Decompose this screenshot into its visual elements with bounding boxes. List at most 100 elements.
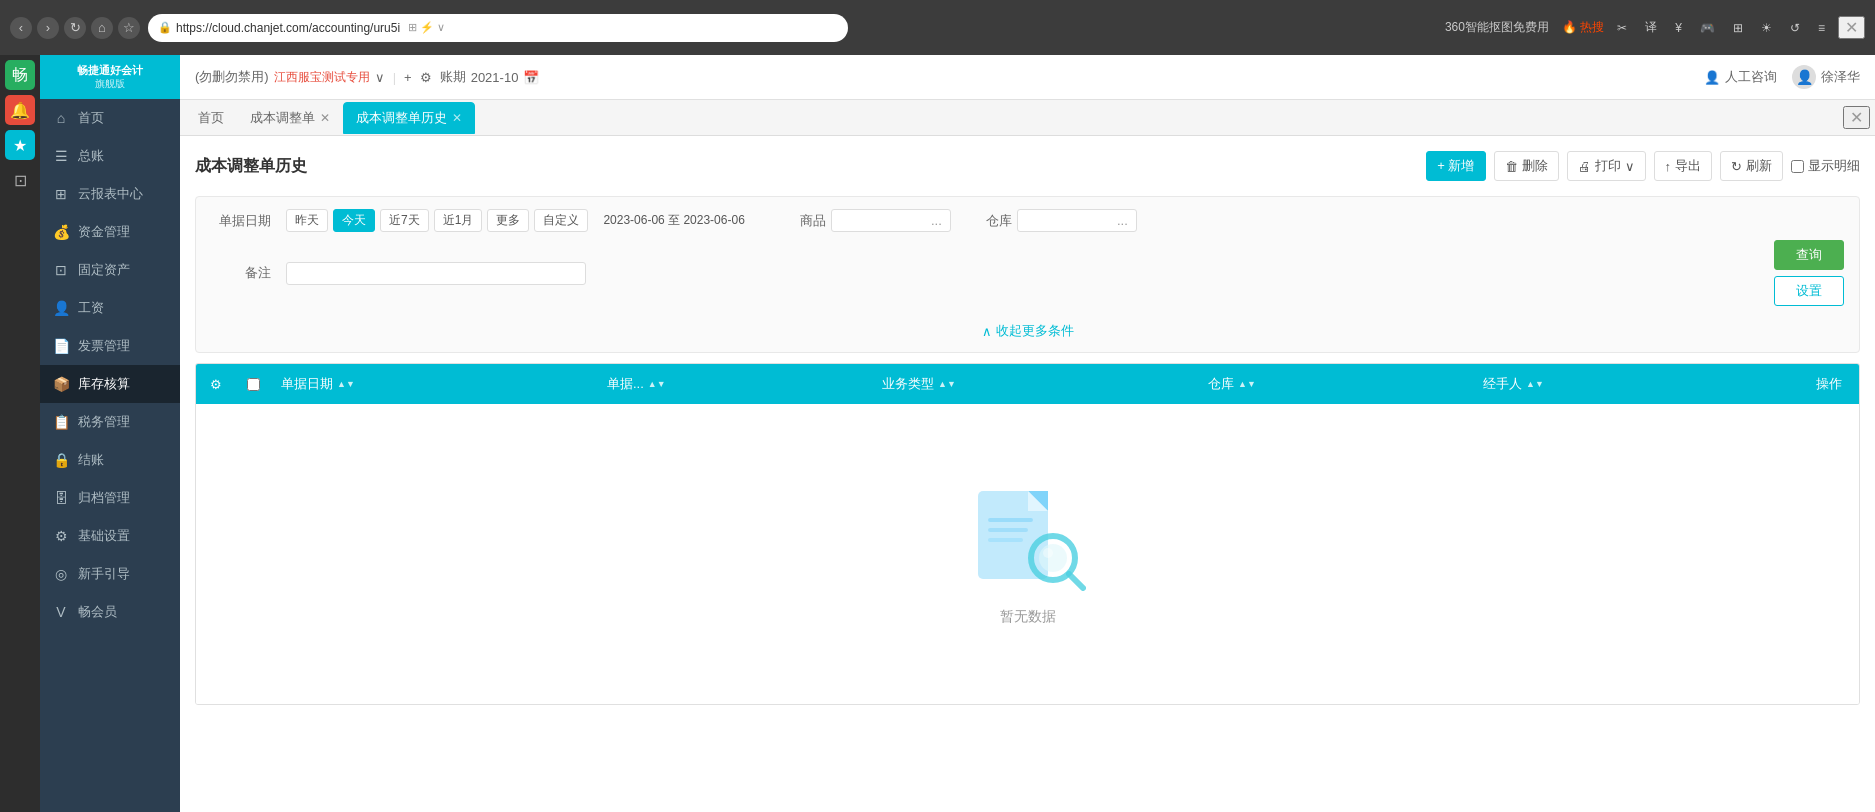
svg-point-7 — [1039, 544, 1067, 572]
grid-tool[interactable]: ⊞ — [1728, 19, 1748, 37]
sidebar-item-payroll[interactable]: 👤 工资 — [40, 289, 180, 327]
sidebar-item-label: 首页 — [78, 109, 104, 127]
sidebar-item-ledger[interactable]: ☰ 总账 — [40, 137, 180, 175]
print-button[interactable]: 🖨 打印 ∨ — [1567, 151, 1646, 181]
cut-tool[interactable]: ✂ — [1612, 19, 1632, 37]
company-selector[interactable]: (勿删勿禁用) 江西服宝测试专用 ∨ — [195, 68, 385, 86]
sidebar-item-label: 云报表中心 — [78, 185, 143, 203]
th-action-label: 操作 — [1816, 375, 1842, 393]
tab-cost-adjust[interactable]: 成本调整单 ✕ — [237, 102, 343, 134]
back-button[interactable]: ‹ — [10, 17, 32, 39]
sidebar-item-inventory[interactable]: 📦 库存核算 — [40, 365, 180, 403]
th-warehouse[interactable]: 仓库 ▲▼ — [1198, 375, 1473, 393]
settings-filter-button[interactable]: 设置 — [1774, 276, 1844, 306]
sidebar-item-guide[interactable]: ◎ 新手引导 — [40, 555, 180, 593]
warehouse-more-icon[interactable]: ... — [1117, 213, 1128, 228]
tab-cost-adjust-close[interactable]: ✕ — [320, 111, 330, 125]
th-type[interactable]: 业务类型 ▲▼ — [872, 375, 1198, 393]
sidebar-logo[interactable]: 畅捷通好会计 旗舰版 — [40, 55, 180, 99]
date-btn-7days[interactable]: 近7天 — [380, 209, 429, 232]
customer-service[interactable]: 👤 人工咨询 — [1704, 68, 1777, 86]
export-button[interactable]: ↑ 导出 — [1654, 151, 1713, 181]
browser-nav-buttons: ‹ › ↻ ⌂ ☆ — [10, 17, 140, 39]
sidebar-item-archive[interactable]: 🗄 归档管理 — [40, 479, 180, 517]
funds-icon: 💰 — [52, 224, 70, 240]
game-tool[interactable]: 🎮 — [1695, 19, 1720, 37]
period-value: 2021-10 — [471, 70, 519, 85]
archive-icon: 🗄 — [52, 490, 70, 506]
sidebar-item-label: 归档管理 — [78, 489, 130, 507]
table-container: ⚙ 单据日期 ▲▼ 单据... ▲▼ 业务类型 ▲▼ — [195, 363, 1860, 705]
delete-button[interactable]: 🗑 删除 — [1494, 151, 1559, 181]
sidebar-item-settings[interactable]: ⚙ 基础设置 — [40, 517, 180, 555]
undo-tool[interactable]: ↺ — [1785, 19, 1805, 37]
menu-tool[interactable]: ≡ — [1813, 19, 1830, 37]
add-company-icon[interactable]: + — [404, 70, 412, 85]
sidebar-item-funds[interactable]: 💰 资金管理 — [40, 213, 180, 251]
th-checkbox[interactable] — [236, 378, 271, 391]
sidebar-item-home[interactable]: ⌂ 首页 — [40, 99, 180, 137]
goods-more-icon[interactable]: ... — [931, 213, 942, 228]
date-btn-yesterday[interactable]: 昨天 — [286, 209, 328, 232]
window-close-button[interactable]: ✕ — [1843, 106, 1870, 129]
close-period-icon: 🔒 — [52, 452, 70, 468]
goods-filter: 商品 ... — [800, 209, 951, 232]
forward-button[interactable]: › — [37, 17, 59, 39]
collapse-button[interactable]: ∧ 收起更多条件 — [211, 314, 1844, 340]
new-button[interactable]: + 新增 — [1426, 151, 1485, 181]
home-browser-button[interactable]: ⌂ — [91, 17, 113, 39]
warehouse-select[interactable]: ... — [1017, 209, 1137, 232]
sidebar-item-assets[interactable]: ⊡ 固定资产 — [40, 251, 180, 289]
app-icon-2[interactable]: ⊡ — [5, 165, 35, 195]
hot-search-icon[interactable]: 🔥 热搜 — [1562, 19, 1604, 36]
calendar-icon[interactable]: 📅 — [523, 70, 539, 85]
date-btn-custom[interactable]: 自定义 — [534, 209, 588, 232]
goods-select[interactable]: ... — [831, 209, 951, 232]
sidebar-item-member[interactable]: V 畅会员 — [40, 593, 180, 631]
member-icon: V — [52, 604, 70, 620]
user-profile[interactable]: 👤 徐泽华 — [1792, 65, 1860, 89]
query-button[interactable]: 查询 — [1774, 240, 1844, 270]
notification-icon[interactable]: 🔔 — [5, 95, 35, 125]
sidebar-item-close[interactable]: 🔒 结账 — [40, 441, 180, 479]
sidebar-item-tax[interactable]: 📋 税务管理 — [40, 403, 180, 441]
image-tool[interactable]: 360智能抠图免费用 — [1440, 17, 1554, 38]
tab-home[interactable]: 首页 — [185, 102, 237, 134]
tab-cost-adjust-history-close[interactable]: ✕ — [452, 111, 462, 125]
sidebar-item-label: 资金管理 — [78, 223, 130, 241]
ledger-icon: ☰ — [52, 148, 70, 164]
refresh-button[interactable]: ↻ 刷新 — [1720, 151, 1783, 181]
notes-input[interactable] — [286, 262, 586, 285]
date-btn-1month[interactable]: 近1月 — [434, 209, 483, 232]
display-cols-input[interactable] — [1791, 160, 1804, 173]
th-number[interactable]: 单据... ▲▼ — [597, 375, 872, 393]
sidebar-item-invoice[interactable]: 📄 发票管理 — [40, 327, 180, 365]
address-bar[interactable]: 🔒 https://cloud.chanjet.com/accounting/u… — [148, 14, 848, 42]
brightness-tool[interactable]: ☀ — [1756, 19, 1777, 37]
collapse-label: 收起更多条件 — [996, 322, 1074, 340]
bookmark-button[interactable]: ☆ — [118, 17, 140, 39]
select-all-checkbox[interactable] — [247, 378, 260, 391]
warning-label: (勿删勿禁用) — [195, 68, 269, 86]
th-date[interactable]: 单据日期 ▲▼ — [271, 375, 597, 393]
tab-cost-adjust-history[interactable]: 成本调整单历史 ✕ — [343, 102, 475, 134]
print-icon: 🖨 — [1578, 159, 1591, 174]
page-content: 成本调整单历史 + 新增 🗑 删除 🖨 打印 ∨ ↑ 导出 — [180, 136, 1875, 812]
translate-tool[interactable]: 译 — [1640, 17, 1662, 38]
settings-small-icon[interactable]: ⚙ — [420, 70, 432, 85]
sidebar-item-report[interactable]: ⊞ 云报表中心 — [40, 175, 180, 213]
ssl-lock-icon: 🔒 — [158, 21, 172, 34]
browser-close-button[interactable]: ✕ — [1838, 16, 1865, 39]
date-btn-today[interactable]: 今天 — [333, 209, 375, 232]
wallet-tool[interactable]: ¥ — [1670, 19, 1687, 37]
refresh-browser-button[interactable]: ↻ — [64, 17, 86, 39]
assets-icon: ⊡ — [52, 262, 70, 278]
th-date-label: 单据日期 — [281, 375, 333, 393]
date-btn-more[interactable]: 更多 — [487, 209, 529, 232]
display-cols-checkbox[interactable]: 显示明细 — [1791, 157, 1860, 175]
active-app-icon[interactable]: ★ — [5, 130, 35, 160]
svg-point-9 — [1043, 548, 1053, 558]
notes-filter-label: 备注 — [211, 264, 271, 282]
th-settings[interactable]: ⚙ — [196, 377, 236, 392]
th-person[interactable]: 经手人 ▲▼ — [1473, 375, 1799, 393]
